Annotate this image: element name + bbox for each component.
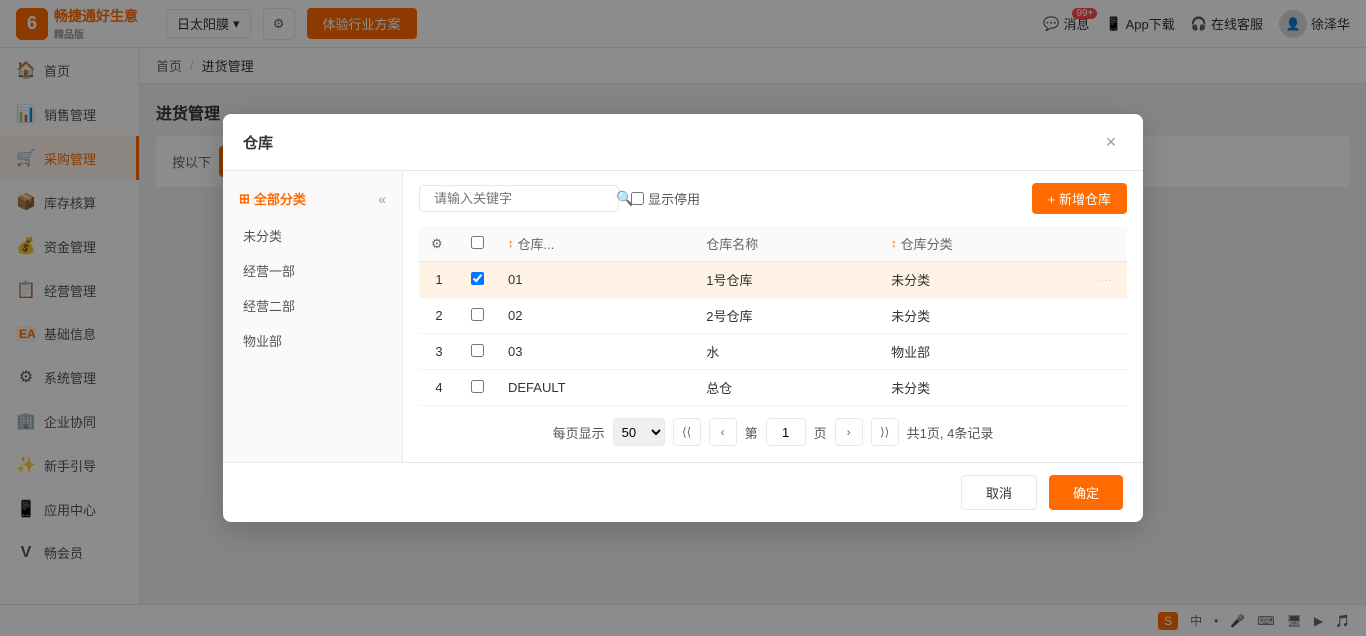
row-checkbox[interactable] bbox=[471, 308, 484, 321]
grid-icon: ⊞ bbox=[239, 191, 250, 207]
last-page-button[interactable]: ⟩⟩ bbox=[871, 418, 899, 446]
page-number-input[interactable] bbox=[766, 418, 806, 446]
row-checkbox-cell bbox=[459, 262, 496, 298]
modal-close-button[interactable]: × bbox=[1099, 130, 1123, 154]
pagination: 每页显示 50 100 ⟨⟨ ‹ 第 页 › ⟩⟩ 共1页, 4条记录 bbox=[419, 406, 1127, 450]
show-disabled-label: 显示停用 bbox=[648, 189, 700, 208]
sort-icon-category: ↕ bbox=[891, 238, 897, 250]
modal-overlay: 仓库 × ⊞ 全部分类 « 未分类 经营一部 bbox=[0, 0, 1366, 636]
show-disabled-checkbox[interactable] bbox=[631, 192, 644, 205]
row-number: 2 bbox=[419, 298, 459, 334]
first-page-button[interactable]: ⟨⟨ bbox=[673, 418, 701, 446]
warehouse-table: ⚙ ↕ 仓库... bbox=[419, 226, 1127, 406]
table-header-row: ⚙ ↕ 仓库... bbox=[419, 226, 1127, 262]
per-page-label: 每页显示 bbox=[553, 423, 605, 442]
search-input[interactable] bbox=[428, 186, 616, 211]
show-disabled-checkbox-label[interactable]: 显示停用 bbox=[631, 189, 700, 208]
row-checkbox-cell bbox=[459, 370, 496, 406]
modal-main-area: 🔍 显示停用 + 新增仓库 ⚙ bbox=[403, 171, 1143, 462]
row-checkbox[interactable] bbox=[471, 344, 484, 357]
all-categories-title[interactable]: ⊞ 全部分类 bbox=[239, 189, 306, 208]
settings-icon[interactable]: ⚙ bbox=[431, 236, 443, 251]
confirm-button[interactable]: 确定 bbox=[1049, 475, 1123, 510]
row-code: 03 bbox=[496, 334, 694, 370]
row-checkbox-cell bbox=[459, 298, 496, 334]
row-category: 未分类 bbox=[879, 262, 1087, 298]
category-item-property[interactable]: 物业部 bbox=[223, 323, 402, 358]
row-more: ··· bbox=[1087, 262, 1127, 298]
row-code: DEFAULT bbox=[496, 370, 694, 406]
row-number: 4 bbox=[419, 370, 459, 406]
row-more bbox=[1087, 334, 1127, 370]
all-categories-label: 全部分类 bbox=[254, 189, 306, 208]
modal-title: 仓库 bbox=[243, 132, 273, 153]
search-box: 🔍 bbox=[419, 185, 619, 212]
table-body: 1 01 1号仓库 未分类 ··· 2 02 2号仓库 未分类 3 03 水 物… bbox=[419, 262, 1127, 406]
th-name-label: 仓库名称 bbox=[706, 237, 758, 252]
per-page-select[interactable]: 50 100 bbox=[613, 418, 665, 446]
th-action bbox=[1087, 226, 1127, 262]
th-name: 仓库名称 bbox=[694, 226, 879, 262]
th-code-label: 仓库... bbox=[518, 234, 555, 253]
page-unit: 页 bbox=[814, 423, 827, 442]
sort-icon-code: ↕ bbox=[508, 238, 514, 250]
row-name: 2号仓库 bbox=[694, 298, 879, 334]
row-code: 01 bbox=[496, 262, 694, 298]
warehouse-table-wrapper: ⚙ ↕ 仓库... bbox=[419, 226, 1127, 406]
row-number: 3 bbox=[419, 334, 459, 370]
row-name: 1号仓库 bbox=[694, 262, 879, 298]
category-item-dept2[interactable]: 经营二部 bbox=[223, 288, 402, 323]
table-row[interactable]: 3 03 水 物业部 bbox=[419, 334, 1127, 370]
th-settings: ⚙ bbox=[419, 226, 459, 262]
row-more bbox=[1087, 370, 1127, 406]
modal-category-sidebar: ⊞ 全部分类 « 未分类 经营一部 经营二部 物业部 bbox=[223, 171, 403, 462]
category-item-unclassified[interactable]: 未分类 bbox=[223, 218, 402, 253]
category-item-dept1[interactable]: 经营一部 bbox=[223, 253, 402, 288]
row-category: 未分类 bbox=[879, 370, 1087, 406]
th-checkbox bbox=[459, 226, 496, 262]
row-number: 1 bbox=[419, 262, 459, 298]
th-category: ↕ 仓库分类 bbox=[879, 226, 1087, 262]
warehouse-modal: 仓库 × ⊞ 全部分类 « 未分类 经营一部 bbox=[223, 114, 1143, 522]
select-all-checkbox[interactable] bbox=[471, 236, 484, 249]
th-category-label: 仓库分类 bbox=[901, 234, 953, 253]
modal-body: ⊞ 全部分类 « 未分类 经营一部 经营二部 物业部 bbox=[223, 171, 1143, 462]
new-warehouse-button[interactable]: + 新增仓库 bbox=[1032, 183, 1127, 214]
modal-sidebar-header: ⊞ 全部分类 « bbox=[223, 183, 402, 218]
row-code: 02 bbox=[496, 298, 694, 334]
more-icon[interactable]: ··· bbox=[1099, 272, 1112, 287]
row-checkbox[interactable] bbox=[471, 380, 484, 393]
row-category: 未分类 bbox=[879, 298, 1087, 334]
next-page-button[interactable]: › bbox=[835, 418, 863, 446]
row-more bbox=[1087, 298, 1127, 334]
row-checkbox[interactable] bbox=[471, 272, 484, 285]
th-code: ↕ 仓库... bbox=[496, 226, 694, 262]
table-row[interactable]: 1 01 1号仓库 未分类 ··· bbox=[419, 262, 1127, 298]
modal-toolbar: 🔍 显示停用 + 新增仓库 bbox=[419, 183, 1127, 214]
row-name: 总仓 bbox=[694, 370, 879, 406]
row-name: 水 bbox=[694, 334, 879, 370]
table-row[interactable]: 4 DEFAULT 总仓 未分类 bbox=[419, 370, 1127, 406]
row-checkbox-cell bbox=[459, 334, 496, 370]
modal-footer: 取消 确定 bbox=[223, 462, 1143, 522]
sidebar-collapse-button[interactable]: « bbox=[378, 191, 386, 207]
total-info: 共1页, 4条记录 bbox=[907, 423, 994, 442]
page-label: 第 bbox=[745, 423, 758, 442]
row-category: 物业部 bbox=[879, 334, 1087, 370]
modal-header: 仓库 × bbox=[223, 114, 1143, 171]
table-row[interactable]: 2 02 2号仓库 未分类 bbox=[419, 298, 1127, 334]
cancel-button[interactable]: 取消 bbox=[961, 475, 1037, 510]
prev-page-button[interactable]: ‹ bbox=[709, 418, 737, 446]
